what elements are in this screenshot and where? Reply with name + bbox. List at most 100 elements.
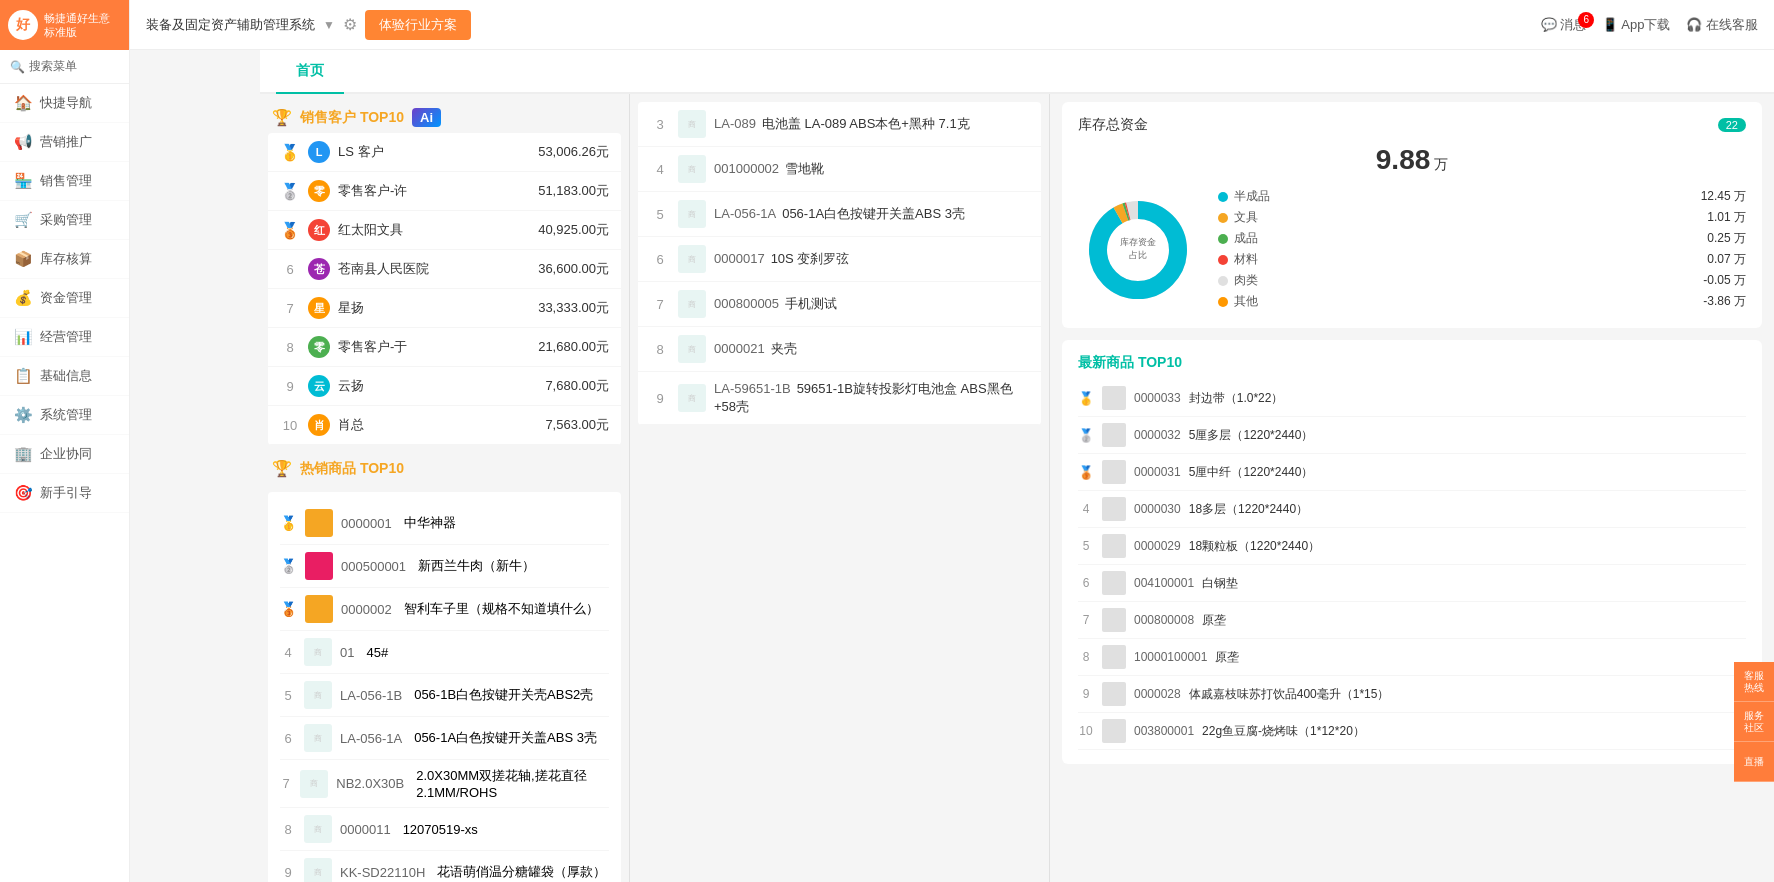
sidebar-item-inventory[interactable]: 📦 库存核算 xyxy=(0,240,129,279)
customer-value: 33,333.00元 xyxy=(538,299,609,317)
product-img-placeholder: 商 xyxy=(304,815,332,843)
inventory-value: 9.88 xyxy=(1376,144,1431,175)
sales-rank-header: 🏆 销售客户 TOP10 Ai xyxy=(268,102,621,133)
inventory-title: 库存总资金 xyxy=(1078,116,1148,134)
dropdown-icon[interactable]: ▼ xyxy=(323,18,335,32)
np-code: 0000032 xyxy=(1134,428,1181,442)
finance-icon: 💰 xyxy=(14,289,32,307)
new-products-title: 最新商品 TOP10 xyxy=(1078,354,1746,372)
content-area: 🏆 销售客户 TOP10 Ai 🥇 L LS 客户 53,006.26元 🥈 零… xyxy=(260,94,1774,882)
sidebar: 好 畅捷通好生意 标准版 🔍 搜索菜单 🏠 快捷导航 📢 营销推广 🏪 销售管理… xyxy=(0,0,130,882)
legend-value: -0.05 万 xyxy=(1703,272,1746,289)
product-rank2-item: 4 商 001000002雪地靴 xyxy=(638,147,1041,192)
legend: 半成品 12.45 万 文具 1.01 万 成品 0.25 万 材料 0.07 … xyxy=(1218,188,1746,314)
hp-name: 056-1B白色按键开关壳ABS2壳 xyxy=(414,686,593,704)
sales-rank-list: 🥇 L LS 客户 53,006.26元 🥈 零 零售客户-许 51,183.0… xyxy=(268,133,621,445)
rank-num: 3 xyxy=(650,117,670,132)
settings-icon[interactable]: ⚙ xyxy=(343,15,357,34)
new-product-item: 4 0000030 18多层（1220*2440） xyxy=(1078,491,1746,528)
product-img-placeholder: 商 xyxy=(304,681,332,709)
customer-name: LS 客户 xyxy=(338,143,530,161)
np-name: 原垄 xyxy=(1215,649,1746,666)
svg-text:库存资金: 库存资金 xyxy=(1120,237,1156,247)
messages-badge[interactable]: 💬 消息 6 xyxy=(1541,16,1587,34)
legend-dot xyxy=(1218,297,1228,307)
tab-home[interactable]: 首页 xyxy=(276,50,344,94)
product-img2: 商 xyxy=(678,110,706,138)
sidebar-item-marketing[interactable]: 📢 营销推广 xyxy=(0,123,129,162)
new-product-item: 10 003800001 22g鱼豆腐-烧烤味（1*12*20） xyxy=(1078,713,1746,750)
hp-code: KK-SD22110H xyxy=(340,865,425,880)
float-btn-service[interactable]: 客服 热线 xyxy=(1734,662,1774,702)
new-product-item: 8 10000100001 原垄 xyxy=(1078,639,1746,676)
inventory-badge: 22 xyxy=(1718,118,1746,132)
hp-code: 0000001 xyxy=(341,516,392,531)
product-name2: LA-59651-1B59651-1B旋转投影灯电池盒 ABS黑色+58壳 xyxy=(714,380,1029,416)
sidebar-item-purchase[interactable]: 🛒 采购管理 xyxy=(0,201,129,240)
logo-text: 畅捷通好生意 标准版 xyxy=(44,11,110,40)
hp-code: 0000002 xyxy=(341,602,392,617)
new-product-item: 🥈 0000032 5厘多层（1220*2440） xyxy=(1078,417,1746,454)
sidebar-item-business[interactable]: 📊 经营管理 xyxy=(0,318,129,357)
online-service[interactable]: 🎧 在线客服 xyxy=(1686,16,1758,34)
legend-label: 文具 xyxy=(1234,209,1701,226)
trophy-icon: 🏆 xyxy=(272,108,292,127)
search-menu[interactable]: 🔍 搜索菜单 xyxy=(0,50,129,84)
legend-value: 12.45 万 xyxy=(1701,188,1746,205)
product-img-placeholder: 商 xyxy=(304,638,332,666)
float-btn-live[interactable]: 直播 xyxy=(1734,742,1774,782)
hot-products-header: 🏆 热销商品 TOP10 xyxy=(268,453,621,484)
home-icon: 🏠 xyxy=(14,94,32,112)
customer-value: 51,183.00元 xyxy=(538,182,609,200)
corp-icon: 🏢 xyxy=(14,445,32,463)
business-icon: 📊 xyxy=(14,328,32,346)
customer-avatar: 星 xyxy=(308,297,330,319)
customer-avatar: 云 xyxy=(308,375,330,397)
hp-code: NB2.0X30B xyxy=(336,776,404,791)
sales-rank-item: 8 零 零售客户-于 21,680.00元 xyxy=(268,328,621,367)
app-download[interactable]: 📱 App下载 xyxy=(1602,16,1670,34)
sidebar-item-sales[interactable]: 🏪 销售管理 xyxy=(0,162,129,201)
sidebar-item-home[interactable]: 🏠 快捷导航 xyxy=(0,84,129,123)
ai-badge[interactable]: Ai xyxy=(412,108,441,127)
customer-avatar: 苍 xyxy=(308,258,330,280)
product-name2: LA-089电池盖 LA-089 ABS本色+黑种 7.1克 xyxy=(714,115,1029,133)
headset-icon: 🎧 xyxy=(1686,17,1702,32)
sales-rank-item: 6 苍 苍南县人民医院 36,600.00元 xyxy=(268,250,621,289)
hp-code: LA-056-1A xyxy=(340,731,402,746)
hp-name: 12070519-xs xyxy=(403,822,478,837)
products-rank-list2: 3 商 LA-089电池盖 LA-089 ABS本色+黑种 7.1克 4 商 0… xyxy=(638,102,1041,425)
np-img xyxy=(1102,608,1126,632)
sidebar-item-guide[interactable]: 🎯 新手引导 xyxy=(0,474,129,513)
sidebar-item-corp[interactable]: 🏢 企业协同 xyxy=(0,435,129,474)
rank-num: 6 xyxy=(650,252,670,267)
logo-icon: 好 xyxy=(8,10,38,40)
customer-name: 星扬 xyxy=(338,299,530,317)
new-product-item: 🥉 0000031 5厘中纤（1220*2440） xyxy=(1078,454,1746,491)
sidebar-item-system[interactable]: ⚙️ 系统管理 xyxy=(0,396,129,435)
product-name2: LA-056-1A056-1A白色按键开关盖ABS 3壳 xyxy=(714,205,1029,223)
hp-name: 新西兰牛肉（新牛） xyxy=(418,557,535,575)
legend-label: 半成品 xyxy=(1234,188,1695,205)
product-img2: 商 xyxy=(678,384,706,412)
np-img xyxy=(1102,682,1126,706)
trial-btn[interactable]: 体验行业方案 xyxy=(365,10,471,40)
product-img-placeholder: 商 xyxy=(304,724,332,752)
legend-item: 半成品 12.45 万 xyxy=(1218,188,1746,205)
customer-name: 零售客户-于 xyxy=(338,338,530,356)
np-img xyxy=(1102,497,1126,521)
hp-code: LA-056-1B xyxy=(340,688,402,703)
hot-product-item: 🥈 000500001 新西兰牛肉（新牛） xyxy=(280,545,609,588)
sidebar-item-finance[interactable]: 💰 资金管理 xyxy=(0,279,129,318)
float-btn-community[interactable]: 服务 社区 xyxy=(1734,702,1774,742)
rank-number: 10 xyxy=(280,418,300,433)
sales-rank-item: 🥇 L LS 客户 53,006.26元 xyxy=(268,133,621,172)
np-img xyxy=(1102,645,1126,669)
new-products-top-label: TOP10 xyxy=(1138,354,1182,370)
legend-value: 0.07 万 xyxy=(1707,251,1746,268)
tab-bar: 首页 xyxy=(260,50,1774,94)
right-panel: 库存总资金 22 9.88 万 xyxy=(1050,94,1774,882)
customer-value: 40,925.00元 xyxy=(538,221,609,239)
sidebar-item-base[interactable]: 📋 基础信息 xyxy=(0,357,129,396)
np-code: 000800008 xyxy=(1134,613,1194,627)
